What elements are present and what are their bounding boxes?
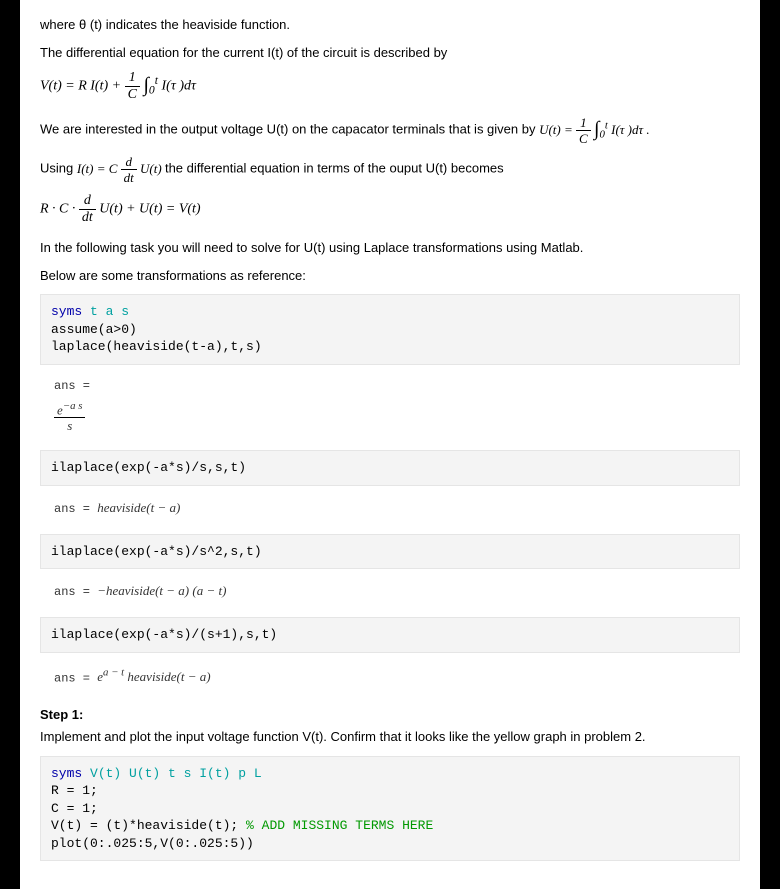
frac-exp-over-s: e−a s s: [54, 401, 85, 432]
equation-Vt: V(t) = R I(t) + 1 C ∫0t I(τ )dτ: [40, 71, 740, 102]
int-body: I(τ )dτ: [162, 79, 197, 94]
int-upper: t: [155, 74, 158, 87]
code-block-3: ilaplace(exp(-a*s)/s^2,s,t): [40, 534, 740, 570]
step1-heading: Step 1:: [40, 707, 740, 722]
keyword-syms: syms: [51, 766, 82, 781]
equation-Ut-inline: U(t) = 1 C ∫0t I(τ )dτ .: [539, 122, 650, 137]
text-diffeq-intro: The differential equation for the curren…: [40, 44, 740, 62]
using-pre: Using: [40, 161, 77, 176]
syms-vars: V(t) U(t) t s I(t) p L: [82, 766, 261, 781]
document-page: where θ (t) indicates the heaviside func…: [20, 0, 760, 889]
ans-label: ans =: [54, 671, 97, 685]
integral-sign: ∫: [143, 74, 148, 96]
interest-pre: We are interested in the output voltage …: [40, 122, 539, 137]
frac-d-dt: d dt: [121, 155, 137, 184]
code-block-5: syms V(t) U(t) t s I(t) p L R = 1; C = 1…: [40, 756, 740, 862]
code-block-4: ilaplace(exp(-a*s)/(s+1),s,t): [40, 617, 740, 653]
code-block-1: syms t a s assume(a>0) laplace(heaviside…: [40, 294, 740, 365]
syms-vars: t a s: [82, 304, 129, 319]
ans-math: heaviside(t − a): [97, 500, 180, 515]
frac-d-dt-RC: d dt: [79, 194, 96, 225]
output-block-3: ans = −heaviside(t − a) (a − t): [40, 577, 740, 609]
output-block-2: ans = heaviside(t − a): [40, 494, 740, 526]
ans-math: ea − t heaviside(t − a): [97, 669, 210, 684]
integral-sign-U: ∫: [594, 118, 599, 140]
code-comment: % ADD MISSING TERMS HERE: [246, 818, 433, 833]
ans-label: ans =: [54, 585, 97, 599]
text-using-It: Using I(t) = C d dt U(t) the differentia…: [40, 155, 740, 184]
output-block-4: ans = ea − t heaviside(t − a): [40, 661, 740, 695]
equation-RC: R · C · d dt U(t) + U(t) = V(t): [40, 194, 740, 225]
text-output-voltage: We are interested in the output voltage …: [40, 116, 740, 145]
equation-It-sub: I(t) = C d dt U(t): [77, 161, 165, 176]
ans-label: ans =: [54, 502, 97, 516]
code1-rest: assume(a>0) laplace(heaviside(t-a),t,s): [51, 322, 262, 355]
frac-1-over-C-U: 1 C: [576, 116, 591, 145]
code-block-2: ilaplace(exp(-a*s)/s,s,t): [40, 450, 740, 486]
text-reference: Below are some transformations as refere…: [40, 267, 740, 285]
output-block-1: ans = e−a s s: [40, 373, 740, 442]
text-task: In the following task you will need to s…: [40, 239, 740, 257]
step1-text: Implement and plot the input voltage fun…: [40, 728, 740, 746]
frac-1-over-C: 1 C: [125, 71, 140, 102]
keyword-syms: syms: [51, 304, 82, 319]
code5-lines: R = 1; C = 1; V(t) = (t)*heaviside(t);: [51, 783, 246, 833]
code5-last: plot(0:.025:5,V(0:.025:5)): [51, 836, 254, 851]
ans-math: −heaviside(t − a) (a − t): [97, 583, 226, 598]
eq-lhs: V(t) = R I(t) +: [40, 79, 125, 94]
using-post: the differential equation in terms of th…: [165, 161, 504, 176]
ans-label: ans =: [54, 379, 738, 393]
text-heaviside: where θ (t) indicates the heaviside func…: [40, 16, 740, 34]
